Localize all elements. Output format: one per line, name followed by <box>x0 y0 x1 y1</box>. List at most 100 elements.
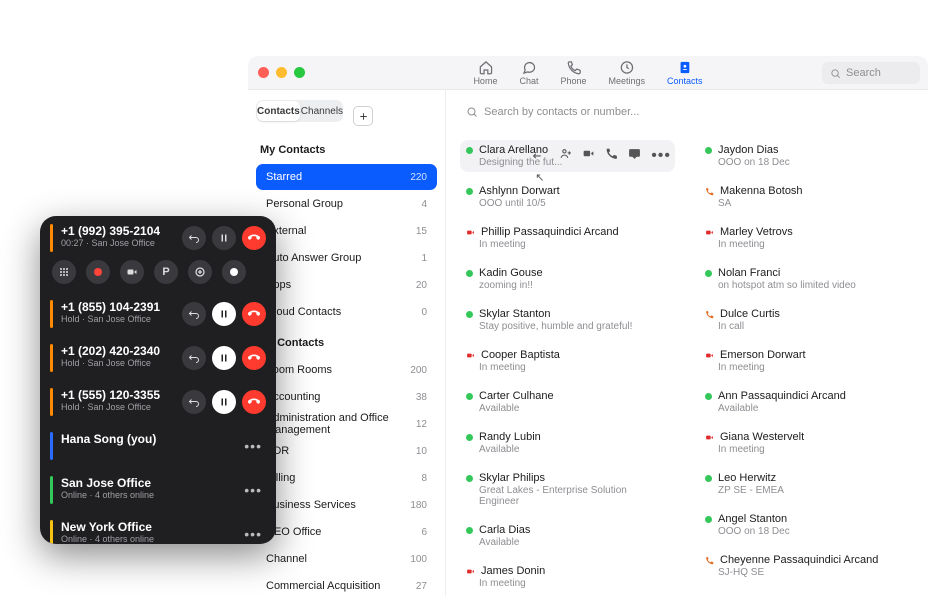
keypad-icon[interactable] <box>52 260 76 284</box>
contact-name: Ashlynn Dorwart <box>479 185 560 197</box>
park-icon[interactable]: P <box>154 260 178 284</box>
fullscreen-icon[interactable] <box>294 67 305 78</box>
contact-row[interactable]: Carla DiasAvailable <box>460 520 675 552</box>
hangup-button[interactable] <box>242 226 266 250</box>
record2-icon[interactable] <box>222 260 246 284</box>
presence-oncall-icon <box>705 556 714 565</box>
more-icon[interactable]: ••• <box>651 147 671 165</box>
presence-available-icon <box>705 516 712 523</box>
resume-button[interactable] <box>212 346 236 370</box>
contact-name: Carla Dias <box>479 524 530 536</box>
more-icon[interactable]: ••• <box>240 526 266 542</box>
contacts-search[interactable]: Search by contacts or number... <box>460 100 914 124</box>
transfer-button[interactable] <box>182 346 206 370</box>
sidebar-item-count: 38 <box>416 392 427 403</box>
contact-status: SJ-HQ SE <box>718 567 908 578</box>
video-icon[interactable] <box>120 260 144 284</box>
contact-name: Angel Stanton <box>718 513 787 525</box>
minimize-icon[interactable] <box>276 67 287 78</box>
contact-row[interactable]: Randy LubinAvailable <box>460 427 675 459</box>
sidebar-item-external[interactable]: External15 <box>256 218 437 244</box>
contact-status: on hotspot atm so limited video <box>718 280 908 291</box>
contact-row[interactable]: Cheyenne Passaquindici ArcandSJ-HQ SE <box>699 550 914 582</box>
contact-row[interactable]: Giana WesterveltIn meeting <box>699 427 914 459</box>
contact-name: Makenna Botosh <box>720 185 803 197</box>
presence-available-icon <box>705 270 712 277</box>
hangup-button[interactable] <box>242 302 266 326</box>
record-icon[interactable] <box>86 260 110 284</box>
sidebar-item-cloud-contacts[interactable]: Cloud Contacts0 <box>256 299 437 325</box>
global-search-placeholder: Search <box>846 67 881 79</box>
transfer-icon[interactable]: ↖ <box>527 145 549 167</box>
presence-available-icon <box>466 270 473 277</box>
tab-contacts[interactable]: Contacts <box>667 60 703 86</box>
hold-button[interactable] <box>212 226 236 250</box>
sidebar-item-business-services[interactable]: Business Services180 <box>256 492 437 518</box>
presence-meeting-icon <box>705 433 714 442</box>
contact-status: Available <box>718 403 908 414</box>
sidebar-item-starred[interactable]: Starred220 <box>256 164 437 190</box>
transfer-button[interactable] <box>182 302 206 326</box>
global-search[interactable]: Search <box>822 62 920 84</box>
contact-row[interactable]: Skylar StantonStay positive, humble and … <box>460 304 675 336</box>
sidebar-item-count: 180 <box>410 500 427 511</box>
contact-row[interactable]: Phillip Passaquindici ArcandIn meeting <box>460 222 675 254</box>
more-icon[interactable]: ••• <box>240 438 266 454</box>
contact-row[interactable]: Clara ArellanoDesigning the fut...↖••• <box>460 140 675 172</box>
sidebar-item-auto-answer-group[interactable]: Auto Answer Group1 <box>256 245 437 271</box>
add-contact-icon[interactable] <box>559 147 572 165</box>
sidebar-item-ceo-office[interactable]: CEO Office6 <box>256 519 437 545</box>
tab-chat[interactable]: Chat <box>519 60 538 86</box>
video-icon[interactable] <box>582 147 595 165</box>
contact-row[interactable]: Carter CulhaneAvailable <box>460 386 675 418</box>
sidebar-item-administration-and-office-management[interactable]: Administration and Office Management12 <box>256 411 437 437</box>
contact-status: zooming in!! <box>479 280 669 291</box>
presence-meeting-icon <box>705 228 714 237</box>
chat-icon[interactable] <box>628 147 641 165</box>
tab-meetings[interactable]: Meetings <box>609 60 646 86</box>
sidebar-item-count: 0 <box>421 307 427 318</box>
sidebar-item-label: Channel <box>266 553 307 565</box>
contact-row[interactable]: Leo HerwitzZP SE - EMEA <box>699 468 914 500</box>
contact-row[interactable]: Nolan Francion hotspot atm so limited vi… <box>699 263 914 295</box>
segment-channels[interactable]: Channels <box>301 100 343 122</box>
contact-row[interactable]: Marley VetrovsIn meeting <box>699 222 914 254</box>
contact-row[interactable]: Ann Passaquindici ArcandAvailable <box>699 386 914 418</box>
contact-row[interactable]: Livia CurtisHello world... <box>699 591 914 596</box>
contact-row[interactable]: James DoninIn meeting <box>460 561 675 593</box>
add-group-button[interactable] <box>353 106 373 126</box>
phone-icon[interactable] <box>605 147 618 165</box>
resume-button[interactable] <box>212 390 236 414</box>
contact-row[interactable]: Kadin Gousezooming in!! <box>460 263 675 295</box>
sidebar-item-apps[interactable]: Apps20 <box>256 272 437 298</box>
sidebar-item-bdr[interactable]: BDR10 <box>256 438 437 464</box>
contact-row[interactable]: Cooper BaptistaIn meeting <box>460 345 675 377</box>
contact-row[interactable]: Angel StantonOOO on 18 Dec <box>699 509 914 541</box>
sidebar-item-accounting[interactable]: Accounting38 <box>256 384 437 410</box>
sidebar-item-commercial-acquisition[interactable]: Commercial Acquisition27 <box>256 573 437 596</box>
contacts-sidebar: Contacts Channels My Contacts Starred220… <box>248 90 446 596</box>
sidebar-item-billing[interactable]: Billing8 <box>256 465 437 491</box>
sidebar-item-zoom-rooms[interactable]: Zoom Rooms200 <box>256 357 437 383</box>
call-tool-strip: P <box>40 256 276 292</box>
tab-home[interactable]: Home <box>473 60 497 86</box>
segment-contacts[interactable]: Contacts <box>257 101 300 121</box>
tab-phone[interactable]: Phone <box>560 60 586 86</box>
sidebar-item-personal-group[interactable]: Personal Group4 <box>256 191 437 217</box>
contact-row[interactable]: Jaydon DiasOOO on 18 Dec <box>699 140 914 172</box>
presence-available-icon <box>466 147 473 154</box>
transfer-button[interactable] <box>182 226 206 250</box>
resume-button[interactable] <box>212 302 236 326</box>
contact-row[interactable]: Makenna BotoshSA <box>699 181 914 213</box>
add-call-icon[interactable] <box>188 260 212 284</box>
transfer-button[interactable] <box>182 390 206 414</box>
contact-row[interactable]: Ashlynn DorwartOOO until 10/5 <box>460 181 675 213</box>
hangup-button[interactable] <box>242 390 266 414</box>
close-icon[interactable] <box>258 67 269 78</box>
more-icon[interactable]: ••• <box>240 482 266 498</box>
contact-row[interactable]: Dulce CurtisIn call <box>699 304 914 336</box>
sidebar-item-channel[interactable]: Channel100 <box>256 546 437 572</box>
contact-row[interactable]: Skylar PhilipsGreat Lakes - Enterprise S… <box>460 468 675 511</box>
contact-row[interactable]: Emerson DorwartIn meeting <box>699 345 914 377</box>
hangup-button[interactable] <box>242 346 266 370</box>
